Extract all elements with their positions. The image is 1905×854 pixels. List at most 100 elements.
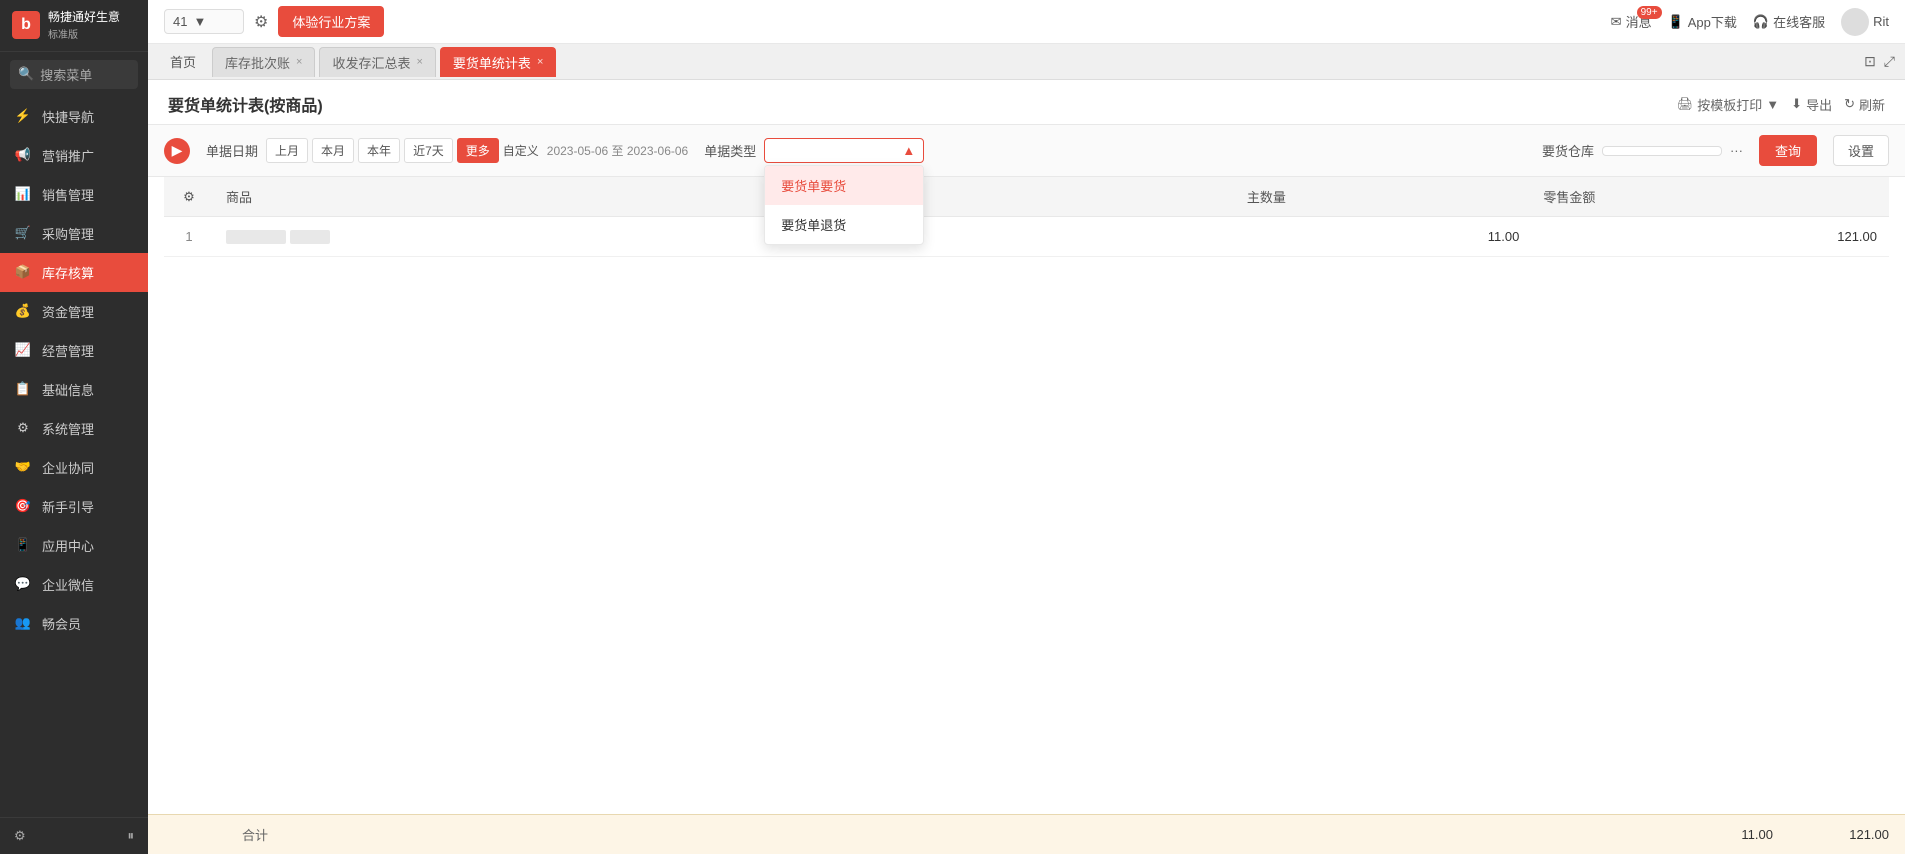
- member-icon: 👥: [14, 614, 32, 632]
- sidebar-item-inventory[interactable]: 📦 库存核算: [0, 253, 148, 292]
- tabs-actions: ⊡ ⤢: [1864, 53, 1895, 70]
- footer-qty: 11.00: [1673, 827, 1773, 842]
- operation-icon: 📈: [14, 341, 32, 359]
- user-profile[interactable]: Rit: [1841, 8, 1889, 36]
- date-btn-this-year[interactable]: 本年: [358, 138, 400, 163]
- type-select-wrapper: ▲ 要货单要货 要货单退货: [764, 138, 924, 163]
- sidebar-item-basic[interactable]: 📋 基础信息: [0, 370, 148, 409]
- wechat-label: 企业微信: [42, 575, 94, 594]
- online-service-icon: 🎧: [1753, 14, 1769, 30]
- messages-icon: ✉: [1611, 14, 1622, 30]
- col-settings[interactable]: ⚙: [164, 177, 214, 217]
- data-table: ⚙ 商品 主计量单位 主数量 零售金额 1: [164, 177, 1889, 257]
- topbar: 41 ▼ ⚙ 体验行业方案 ✉ 消息 99+ 📱 App下载 🎧 在线客服 R: [148, 0, 1905, 44]
- refresh-action[interactable]: ↻ 刷新: [1844, 95, 1885, 114]
- search-icon: 🔍: [18, 66, 34, 82]
- tabs-bar: 首页 库存批次账 × 收发存汇总表 × 要货单统计表 × ⊡ ⤢: [148, 44, 1905, 80]
- tab-home[interactable]: 首页: [158, 47, 208, 77]
- sales-icon: 📊: [14, 185, 32, 203]
- sidebar-item-system[interactable]: ⚙ 系统管理: [0, 409, 148, 448]
- tab-requisition-close-icon[interactable]: ×: [537, 56, 543, 68]
- marketing-icon: 📢: [14, 146, 32, 164]
- app-download-item[interactable]: 📱 App下载: [1668, 12, 1737, 31]
- sidebar-item-marketing[interactable]: 📢 营销推广: [0, 136, 148, 175]
- type-filter-group: 单据类型 ▲ 要货单要货 要货单退货: [704, 138, 1526, 163]
- date-btn-last-month[interactable]: 上月: [266, 138, 308, 163]
- search-label: 搜索菜单: [40, 65, 92, 84]
- app-download-icon: 📱: [1668, 14, 1684, 30]
- col-amount: 零售金额: [1531, 177, 1889, 217]
- product-placeholder: [226, 230, 286, 244]
- wechat-icon: 💬: [14, 575, 32, 593]
- sidebar-item-operation[interactable]: 📈 经营管理: [0, 331, 148, 370]
- sidebar-search[interactable]: 🔍 搜索菜单: [10, 60, 138, 89]
- print-action[interactable]: 🖨 按模板打印 ▼: [1677, 95, 1779, 114]
- sidebar-item-finance[interactable]: 💰 资金管理: [0, 292, 148, 331]
- tab-batch[interactable]: 库存批次账 ×: [212, 47, 315, 77]
- sidebar-item-quick-nav[interactable]: ⚡ 快捷导航: [0, 97, 148, 136]
- sidebar-item-wechat[interactable]: 💬 企业微信: [0, 565, 148, 604]
- sidebar-item-sales[interactable]: 📊 销售管理: [0, 175, 148, 214]
- col-product: 商品: [214, 177, 816, 217]
- guide-icon: 🎯: [14, 497, 32, 515]
- store-select[interactable]: 41 ▼: [164, 9, 244, 34]
- basic-label: 基础信息: [42, 380, 94, 399]
- type-filter-label: 单据类型: [704, 141, 756, 160]
- tab-summary-label: 收发存汇总表: [332, 53, 410, 72]
- filter-expand-button[interactable]: ▶: [164, 138, 190, 164]
- tab-expand-icon[interactable]: ⤢: [1884, 53, 1895, 70]
- sidebar-item-app-center[interactable]: 📱 应用中心: [0, 526, 148, 565]
- warehouse-input[interactable]: [1602, 146, 1722, 156]
- date-btn-more[interactable]: 更多: [457, 138, 499, 163]
- inventory-icon: 📦: [14, 263, 32, 281]
- messages-item[interactable]: ✉ 消息 99+: [1611, 12, 1652, 31]
- date-custom-btn[interactable]: 自定义: [503, 142, 539, 159]
- type-select-input[interactable]: [773, 143, 896, 158]
- page-content: 要货单统计表(按商品) 🖨 按模板打印 ▼ ⬇ 导出 ↻ 刷新 ▶: [148, 80, 1905, 854]
- basic-icon: 📋: [14, 380, 32, 398]
- date-btn-this-month[interactable]: 本月: [312, 138, 354, 163]
- table-row: 1 块 11.00 121.00: [164, 217, 1889, 257]
- sidebar-item-guide[interactable]: 🎯 新手引导: [0, 487, 148, 526]
- sidebar-item-member[interactable]: 👥 畅会员: [0, 604, 148, 643]
- trial-button[interactable]: 体验行业方案: [278, 6, 384, 37]
- sales-label: 销售管理: [42, 185, 94, 204]
- brand-name: 畅捷通好生意: [48, 10, 120, 26]
- warehouse-more-icon[interactable]: ···: [1730, 143, 1743, 158]
- type-select-box[interactable]: ▲: [764, 138, 924, 163]
- dropdown-item-requisition-order[interactable]: 要货单要货: [765, 166, 923, 205]
- footer-amount: 121.00: [1789, 827, 1889, 842]
- export-action[interactable]: ⬇ 导出: [1791, 95, 1832, 114]
- row-product: [214, 217, 816, 257]
- online-service-item[interactable]: 🎧 在线客服: [1753, 12, 1825, 31]
- quick-nav-icon: ⚡: [14, 107, 32, 125]
- refresh-label: 刷新: [1859, 95, 1885, 114]
- tab-restore-icon[interactable]: ⊡: [1864, 53, 1876, 70]
- sidebar-logo: b 畅捷通好生意 标准版: [0, 0, 148, 52]
- topbar-settings-icon[interactable]: ⚙: [254, 12, 268, 32]
- main-content: 41 ▼ ⚙ 体验行业方案 ✉ 消息 99+ 📱 App下载 🎧 在线客服 R: [148, 0, 1905, 854]
- settings-button[interactable]: 设置: [1833, 135, 1889, 166]
- tab-summary-close-icon[interactable]: ×: [416, 56, 422, 68]
- purchase-label: 采购管理: [42, 224, 94, 243]
- sidebar-nav: ⚡ 快捷导航 📢 营销推广 📊 销售管理 🛒 采购管理 📦 库存核算 💰 资金管…: [0, 97, 148, 817]
- tab-summary[interactable]: 收发存汇总表 ×: [319, 47, 435, 77]
- dropdown-item-return-order[interactable]: 要货单退货: [765, 205, 923, 244]
- topbar-left: 41 ▼ ⚙ 体验行业方案: [164, 6, 1595, 37]
- print-label: 按模板打印: [1697, 95, 1762, 114]
- logo-icon: b: [12, 11, 40, 39]
- messages-badge: 99+: [1637, 6, 1662, 19]
- settings-bottom-icon[interactable]: ⚙: [14, 828, 26, 844]
- store-value: 41: [173, 14, 187, 29]
- table-container: ⚙ 商品 主计量单位 主数量 零售金额 1: [148, 177, 1905, 814]
- col-settings-icon: ⚙: [183, 189, 195, 204]
- query-button[interactable]: 查询: [1759, 135, 1817, 166]
- sidebar-item-enterprise[interactable]: 🤝 企业协同: [0, 448, 148, 487]
- guide-label: 新手引导: [42, 497, 94, 516]
- sidebar-item-purchase[interactable]: 🛒 采购管理: [0, 214, 148, 253]
- date-btn-7days[interactable]: 近7天: [404, 138, 453, 163]
- collapse-icon[interactable]: ⏸: [128, 828, 135, 844]
- warehouse-label: 要货仓库: [1542, 141, 1594, 160]
- tab-batch-close-icon[interactable]: ×: [296, 56, 302, 68]
- tab-requisition[interactable]: 要货单统计表 ×: [440, 47, 556, 77]
